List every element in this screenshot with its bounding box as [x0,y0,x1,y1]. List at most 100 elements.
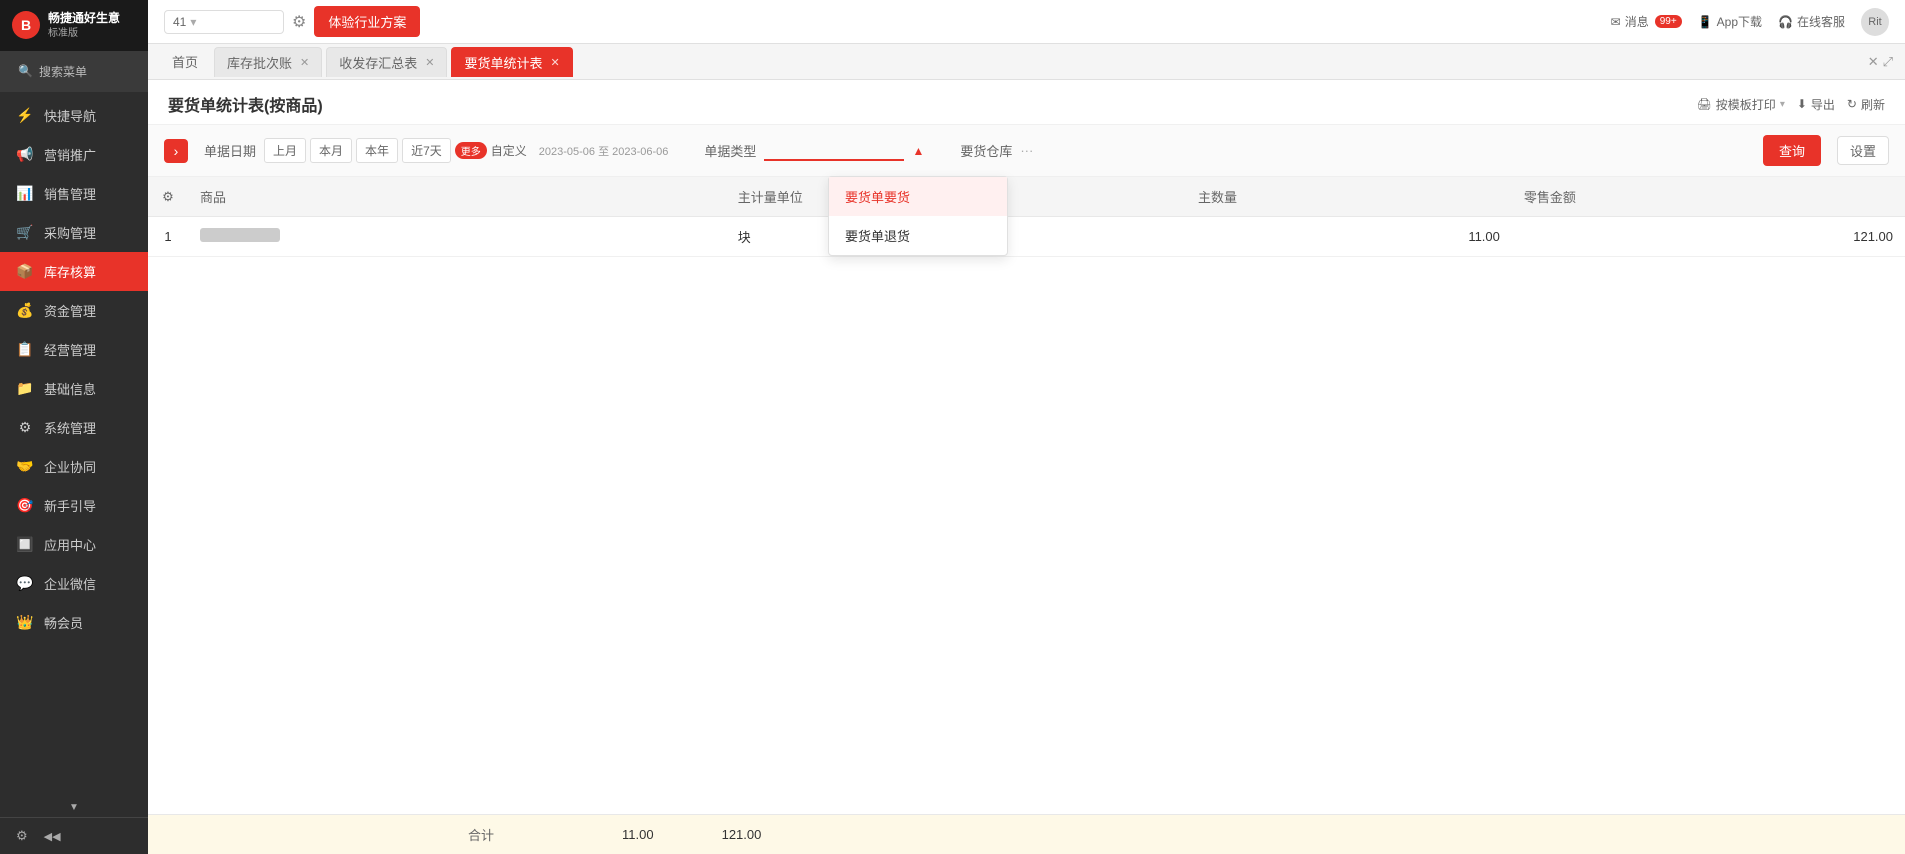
query-btn[interactable]: 查询 [1763,135,1821,166]
user-avatar[interactable]: Rit [1861,8,1889,36]
export-btn[interactable]: ⬇ 导出 [1797,96,1835,113]
footer-quantity: 11.00 [622,827,654,842]
custom-date-btn[interactable]: 自定义 [491,142,527,159]
weixin-icon: 💬 [16,574,34,592]
online-service-btn[interactable]: 🎧 在线客服 [1778,13,1845,30]
sidebar-item-appstore[interactable]: 🔲 应用中心 [0,525,148,564]
type-dropdown: 要货单要货 要货单退货 [828,176,1008,256]
expand-icon[interactable]: ⤢ [1883,54,1893,70]
sidebar-item-label: 基础信息 [44,379,96,398]
tab-home[interactable]: 首页 [160,47,210,77]
sidebar-item-operations[interactable]: 📋 经营管理 [0,330,148,369]
tabbar: 首页 库存批次账 ✕ 收发存汇总表 ✕ 要货单统计表 ✕ ✕ ⤢ [148,44,1905,80]
refresh-btn[interactable]: ↻ 刷新 [1847,96,1885,113]
quick-nav-icon: ⚡ [16,106,34,124]
table-footer: 合计 11.00 121.00 [148,814,1905,854]
search-menu-label: 搜索菜单 [39,63,87,80]
filter-settings-btn[interactable]: 设置 [1837,136,1889,165]
tab-order-stats[interactable]: 要货单统计表 ✕ [451,47,572,77]
table-header-row: ⚙ 商品 主计量单位 主数量 零售金额 [148,177,1905,217]
page-header: 要货单统计表(按商品) 🖨 按模板打印 ▾ ⬇ 导出 ↻ 刷新 [148,80,1905,125]
sidebar-item-member[interactable]: 👑 畅会员 [0,603,148,642]
type-select-arrow-icon[interactable]: ▲ [912,144,924,158]
tab-receive-send[interactable]: 收发存汇总表 ✕ [326,47,447,77]
filter-toggle-btn[interactable]: › [164,139,188,163]
sidebar-item-label: 经营管理 [44,340,96,359]
sidebar-item-label: 应用中心 [44,535,96,554]
td-quantity: 11.00 [1186,217,1512,257]
tab-inventory-batch[interactable]: 库存批次账 ✕ [214,47,322,77]
sidebar-item-label: 企业协同 [44,457,96,476]
print-label: 按模板打印 [1716,96,1776,113]
sidebar-bottom: ⚙ ◀◀ [0,817,148,854]
this-month-btn[interactable]: 本月 [310,138,352,163]
sidebar: B 畅捷通好生意 标准版 🔍 搜索菜单 ⚡ 快捷导航 📢 营销推广 📊 销售管理… [0,0,148,854]
tab-receive-send-label: 收发存汇总表 [339,53,417,72]
sidebar-item-quick-nav[interactable]: ⚡ 快捷导航 [0,96,148,135]
sidebar-item-marketing[interactable]: 📢 营销推广 [0,135,148,174]
industry-btn[interactable]: 体验行业方案 [314,6,420,37]
th-settings[interactable]: ⚙ [148,177,188,217]
sidebar-item-system[interactable]: ⚙ 系统管理 [0,408,148,447]
sidebar-item-enterprise[interactable]: 🤝 企业协同 [0,447,148,486]
sidebar-item-label: 营销推广 [44,145,96,164]
export-icon: ⬇ [1797,97,1807,111]
this-year-btn[interactable]: 本年 [356,138,398,163]
date-filter-group: 单据日期 上月 本月 本年 近7天 更多 自定义 2023-05-06 至 20… [204,138,668,163]
store-selector[interactable]: 41 ▾ [164,10,284,34]
more-date-badge[interactable]: 更多 [455,142,487,159]
tab-home-label: 首页 [172,52,198,71]
sidebar-item-weixin[interactable]: 💬 企业微信 [0,564,148,603]
close-all-icon[interactable]: ✕ [1868,54,1879,70]
warehouse-more-icon[interactable]: ··· [1020,143,1033,158]
online-service-label: 在线客服 [1797,13,1845,30]
finance-icon: 💰 [16,301,34,319]
collapse-icon[interactable]: ◀◀ [44,830,61,843]
messages-btn[interactable]: ✉ 消息 99+ [1611,13,1682,30]
last-month-btn[interactable]: 上月 [264,138,306,163]
sidebar-item-finance[interactable]: 💰 资金管理 [0,291,148,330]
sidebar-item-purchase[interactable]: 🛒 采购管理 [0,213,148,252]
sidebar-item-inventory[interactable]: 📦 库存核算 [0,252,148,291]
th-product: 商品 [188,177,726,217]
sidebar-item-basic-info[interactable]: 📁 基础信息 [0,369,148,408]
user-name: Rit [1868,16,1881,28]
sidebar-search[interactable]: 🔍 搜索菜单 [0,51,148,92]
print-btn[interactable]: 🖨 按模板打印 ▾ [1697,96,1785,113]
tab-close-order-stats[interactable]: ✕ [551,56,560,69]
messages-label: 消息 [1625,13,1649,30]
sidebar-item-label: 新手引导 [44,496,96,515]
tab-expand: ✕ ⤢ [1868,54,1893,70]
phone-icon: 📱 [1698,15,1713,29]
sidebar-item-sales[interactable]: 📊 销售管理 [0,174,148,213]
settings-gear-icon[interactable]: ⚙ [292,12,306,32]
sidebar-item-label: 资金管理 [44,301,96,320]
settings-icon[interactable]: ⚙ [16,828,28,844]
dropdown-item-order-return[interactable]: 要货单退货 [829,216,1007,255]
tab-close-receive-send[interactable]: ✕ [425,56,434,69]
dropdown-item-order-goods[interactable]: 要货单要货 [829,177,1007,216]
search-icon: 🔍 [18,64,33,78]
warehouse-filter-label: 要货仓库 [960,141,1012,160]
date-range-text: 2023-05-06 至 2023-06-06 [539,143,669,159]
sidebar-item-tutorial[interactable]: 🎯 新手引导 [0,486,148,525]
app-download-btn[interactable]: 📱 App下载 [1698,13,1762,30]
basic-info-icon: 📁 [16,379,34,397]
tutorial-icon: 🎯 [16,496,34,514]
marketing-icon: 📢 [16,145,34,163]
last-7-days-btn[interactable]: 近7天 [402,138,451,163]
purchase-icon: 🛒 [16,223,34,241]
type-select-input[interactable] [764,140,904,161]
scroll-down-arrow[interactable]: ▼ [0,798,148,817]
system-icon: ⚙ [16,418,34,436]
search-menu-btn[interactable]: 🔍 搜索菜单 [10,59,138,84]
date-filter-label: 单据日期 [204,141,256,160]
table-row: 1 块 11.00 121.00 [148,217,1905,257]
tab-inventory-batch-label: 库存批次账 [227,53,292,72]
tab-order-stats-label: 要货单统计表 [464,53,542,72]
page-actions: 🖨 按模板打印 ▾ ⬇ 导出 ↻ 刷新 [1697,96,1885,113]
type-filter-label: 单据类型 [704,141,756,160]
enterprise-icon: 🤝 [16,457,34,475]
tab-close-inventory-batch[interactable]: ✕ [300,56,309,69]
footer-amount: 121.00 [722,827,762,842]
